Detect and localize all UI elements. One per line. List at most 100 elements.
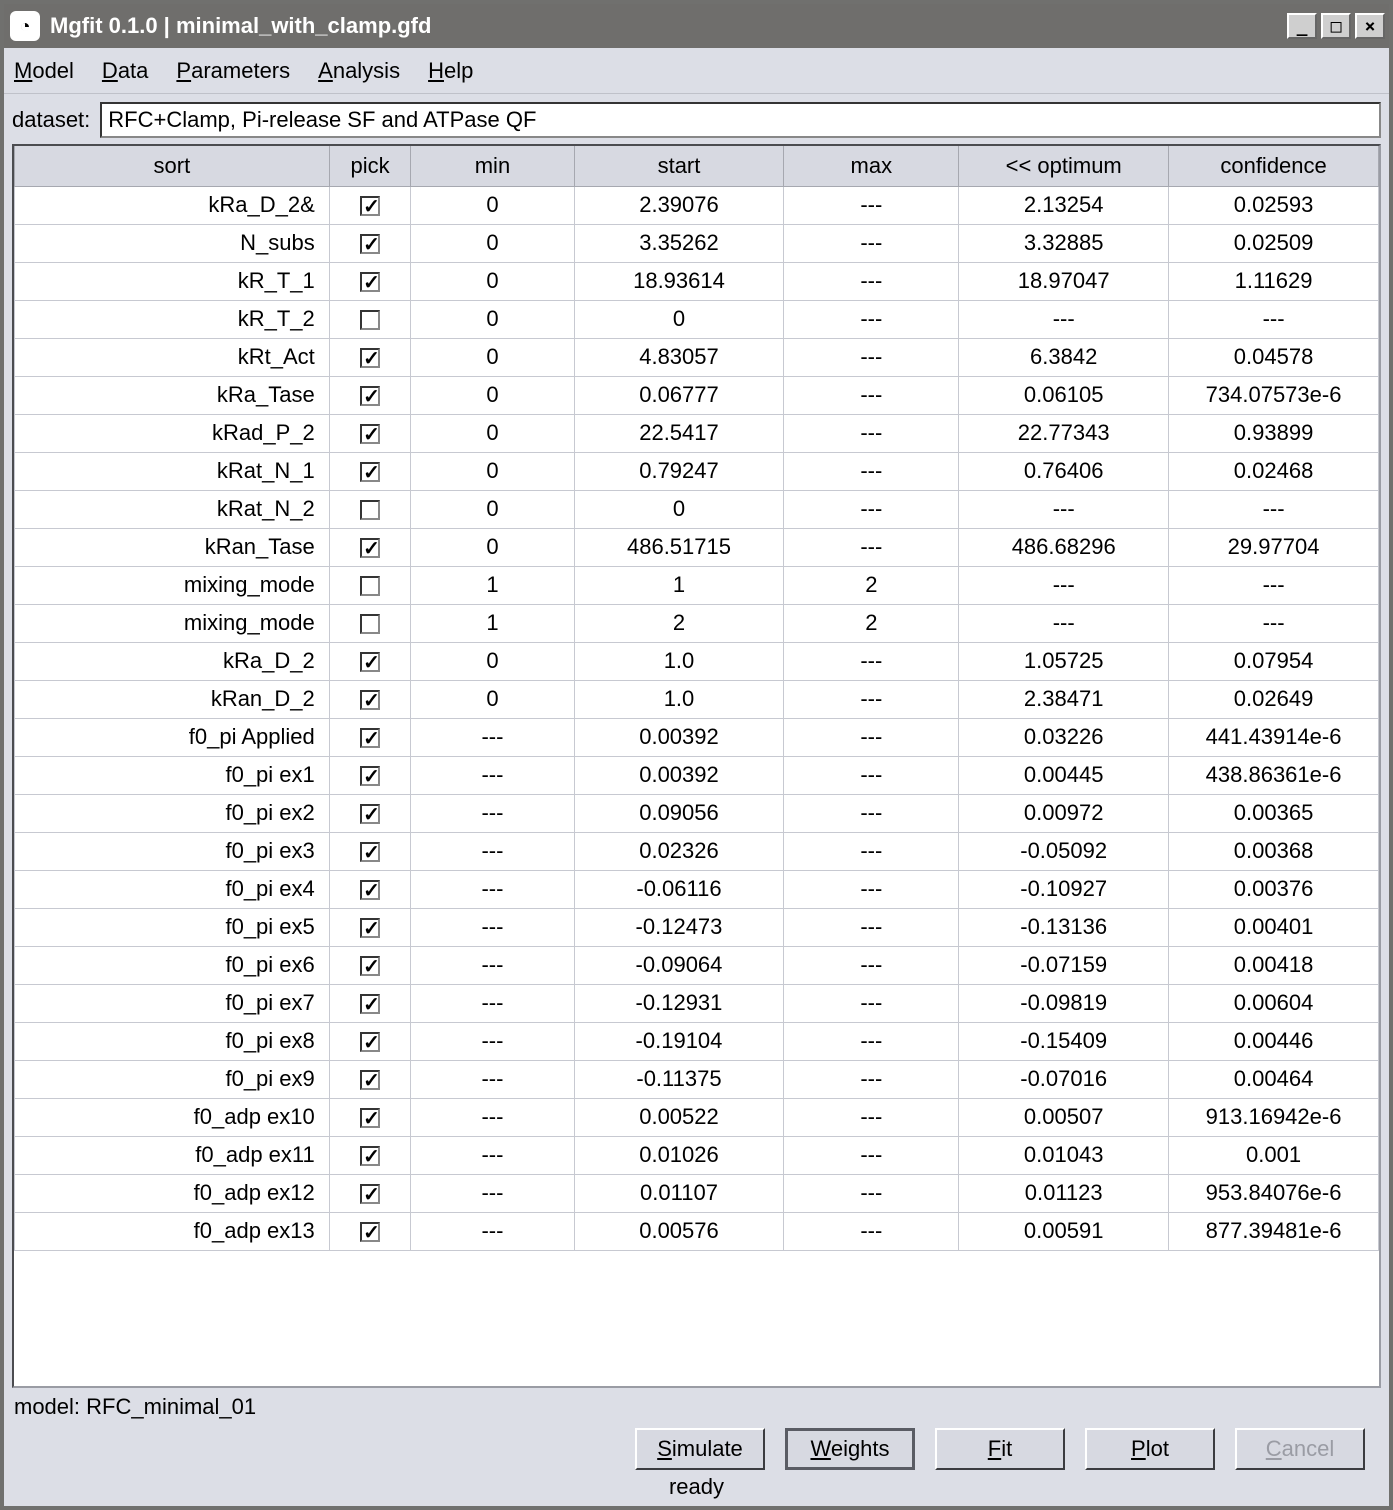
cell-start[interactable]: 3.35262 <box>574 224 784 262</box>
cell-min[interactable]: 0 <box>411 300 574 338</box>
cell-start[interactable]: 0.02326 <box>574 832 784 870</box>
cell-max[interactable]: 2 <box>784 566 959 604</box>
plot-button[interactable]: Plot <box>1085 1428 1215 1470</box>
pick-checkbox[interactable] <box>360 994 380 1014</box>
cell-min[interactable]: 0 <box>411 186 574 224</box>
cell-min[interactable]: --- <box>411 908 574 946</box>
pick-checkbox[interactable] <box>360 728 380 748</box>
cell-start[interactable]: 0 <box>574 300 784 338</box>
close-button[interactable]: × <box>1355 13 1385 39</box>
maximize-button[interactable]: □ <box>1321 13 1351 39</box>
cell-max[interactable]: --- <box>784 262 959 300</box>
cell-min[interactable]: --- <box>411 718 574 756</box>
cell-start[interactable]: 0.00392 <box>574 718 784 756</box>
cell-start[interactable]: -0.12931 <box>574 984 784 1022</box>
cell-start[interactable]: 0.06777 <box>574 376 784 414</box>
cell-start[interactable]: 486.51715 <box>574 528 784 566</box>
cell-max[interactable]: --- <box>784 300 959 338</box>
cell-min[interactable]: --- <box>411 1022 574 1060</box>
column-header-sort[interactable]: sort <box>15 146 330 186</box>
cell-min[interactable]: --- <box>411 1212 574 1250</box>
cell-max[interactable]: --- <box>784 528 959 566</box>
column-header-start[interactable]: start <box>574 146 784 186</box>
column-header-min[interactable]: min <box>411 146 574 186</box>
cell-min[interactable]: 0 <box>411 376 574 414</box>
cell-min[interactable]: 0 <box>411 224 574 262</box>
cell-max[interactable]: 2 <box>784 604 959 642</box>
pick-checkbox[interactable] <box>360 272 380 292</box>
cell-max[interactable]: --- <box>784 832 959 870</box>
column-header-confidence[interactable]: confidence <box>1169 146 1379 186</box>
cell-max[interactable]: --- <box>784 490 959 528</box>
pick-checkbox[interactable] <box>360 842 380 862</box>
cell-min[interactable]: 0 <box>411 490 574 528</box>
menu-model[interactable]: Model <box>14 58 74 84</box>
cell-start[interactable]: 0 <box>574 490 784 528</box>
column-header-pick[interactable]: pick <box>329 146 411 186</box>
cell-start[interactable]: -0.12473 <box>574 908 784 946</box>
column-header-optimum[interactable]: << optimum <box>959 146 1169 186</box>
pick-checkbox[interactable] <box>360 766 380 786</box>
cell-min[interactable]: --- <box>411 984 574 1022</box>
cell-start[interactable]: 1.0 <box>574 642 784 680</box>
cell-min[interactable]: 1 <box>411 604 574 642</box>
pick-checkbox[interactable] <box>360 690 380 710</box>
cell-max[interactable]: --- <box>784 1022 959 1060</box>
pick-checkbox[interactable] <box>360 652 380 672</box>
cell-max[interactable]: --- <box>784 1136 959 1174</box>
cell-start[interactable]: -0.19104 <box>574 1022 784 1060</box>
cell-max[interactable]: --- <box>784 680 959 718</box>
cell-max[interactable]: --- <box>784 224 959 262</box>
simulate-button[interactable]: Simulate <box>635 1428 765 1470</box>
cell-start[interactable]: 0.09056 <box>574 794 784 832</box>
cell-max[interactable]: --- <box>784 718 959 756</box>
cell-start[interactable]: -0.11375 <box>574 1060 784 1098</box>
cell-min[interactable]: --- <box>411 946 574 984</box>
cell-start[interactable]: 2.39076 <box>574 186 784 224</box>
pick-checkbox[interactable] <box>360 462 380 482</box>
fit-button[interactable]: Fit <box>935 1428 1065 1470</box>
cell-max[interactable]: --- <box>784 946 959 984</box>
cell-max[interactable]: --- <box>784 756 959 794</box>
cell-start[interactable]: 0.01026 <box>574 1136 784 1174</box>
pick-checkbox[interactable] <box>360 386 380 406</box>
pick-checkbox[interactable] <box>360 576 380 596</box>
pick-checkbox[interactable] <box>360 500 380 520</box>
cell-max[interactable]: --- <box>784 452 959 490</box>
cell-min[interactable]: --- <box>411 1136 574 1174</box>
cell-start[interactable]: 2 <box>574 604 784 642</box>
cell-max[interactable]: --- <box>784 1212 959 1250</box>
cell-max[interactable]: --- <box>784 642 959 680</box>
cell-start[interactable]: 1 <box>574 566 784 604</box>
pick-checkbox[interactable] <box>360 1108 380 1128</box>
dataset-input[interactable] <box>100 102 1381 138</box>
pick-checkbox[interactable] <box>360 234 380 254</box>
weights-button[interactable]: Weights <box>785 1428 915 1470</box>
pick-checkbox[interactable] <box>360 1070 380 1090</box>
cell-start[interactable]: -0.06116 <box>574 870 784 908</box>
cell-start[interactable]: 0.00392 <box>574 756 784 794</box>
cell-max[interactable]: --- <box>784 1060 959 1098</box>
cell-max[interactable]: --- <box>784 376 959 414</box>
pick-checkbox[interactable] <box>360 956 380 976</box>
cell-start[interactable]: -0.09064 <box>574 946 784 984</box>
cell-min[interactable]: 0 <box>411 452 574 490</box>
cell-min[interactable]: --- <box>411 1174 574 1212</box>
cell-max[interactable]: --- <box>784 1098 959 1136</box>
cell-start[interactable]: 4.83057 <box>574 338 784 376</box>
menu-help[interactable]: Help <box>428 58 473 84</box>
cell-max[interactable]: --- <box>784 186 959 224</box>
pick-checkbox[interactable] <box>360 348 380 368</box>
cell-max[interactable]: --- <box>784 1174 959 1212</box>
cell-min[interactable]: 0 <box>411 262 574 300</box>
pick-checkbox[interactable] <box>360 614 380 634</box>
cell-start[interactable]: 0.01107 <box>574 1174 784 1212</box>
pick-checkbox[interactable] <box>360 1032 380 1052</box>
menu-analysis[interactable]: Analysis <box>318 58 400 84</box>
cell-max[interactable]: --- <box>784 414 959 452</box>
cell-min[interactable]: --- <box>411 794 574 832</box>
cell-min[interactable]: --- <box>411 1098 574 1136</box>
cell-min[interactable]: 0 <box>411 414 574 452</box>
cell-min[interactable]: 0 <box>411 338 574 376</box>
cell-start[interactable]: 0.00576 <box>574 1212 784 1250</box>
